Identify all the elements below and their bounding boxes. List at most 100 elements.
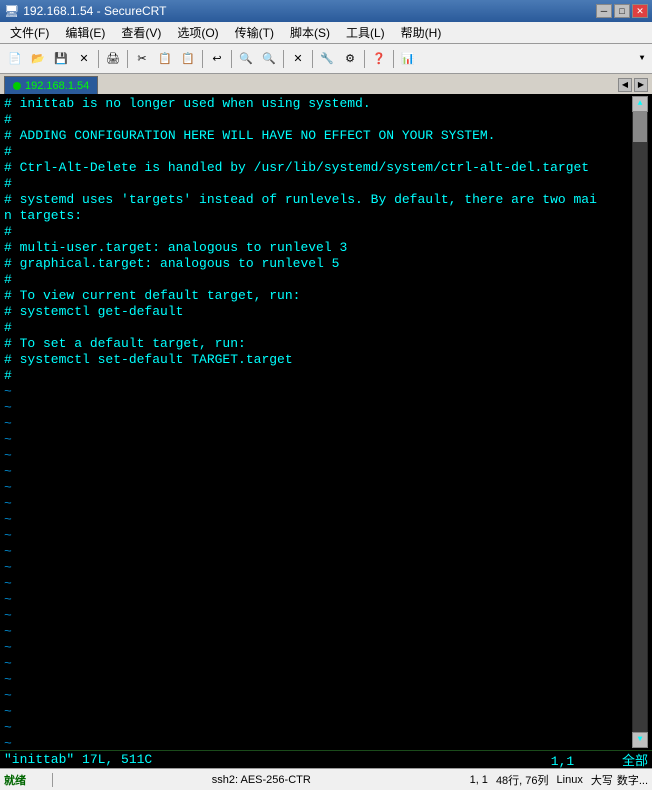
term-line-6: # (4, 176, 632, 192)
terminal-size: 48行, 76列 (496, 772, 549, 788)
menu-view[interactable]: 查看(V) (113, 22, 169, 43)
scroll-track[interactable] (633, 112, 647, 732)
tb-find[interactable]: 🔍 (235, 48, 257, 70)
tb-copy[interactable]: 📋 (154, 48, 176, 70)
term-line-7: # systemd uses 'targets' instead of runl… (4, 192, 632, 208)
tilde-17: ~ (4, 640, 632, 656)
connection-status: 就绪 (4, 772, 44, 788)
toolbar-separator-4 (231, 50, 232, 68)
term-line-16: # To set a default target, run: (4, 336, 632, 352)
tab-prev-button[interactable]: ◀ (618, 78, 632, 92)
maximize-button[interactable]: □ (614, 4, 630, 18)
cursor-position: 1, 1 (470, 774, 488, 786)
term-line-10: # multi-user.target: analogous to runlev… (4, 240, 632, 256)
title-icon: 🖥 (4, 4, 19, 18)
caps-lock-status: 大写 (591, 772, 613, 788)
num-lock-status: 数字... (617, 772, 648, 788)
tb-open[interactable]: 📂 (27, 48, 49, 70)
vim-status-bar: "inittab" 17L, 511C 1,1 全部 (0, 750, 652, 768)
term-line-3: # ADDING CONFIGURATION HERE WILL HAVE NO… (4, 128, 632, 144)
menu-bar: 文件(F) 编辑(E) 查看(V) 选项(O) 传输(T) 脚本(S) 工具(L… (0, 22, 652, 44)
tilde-18: ~ (4, 656, 632, 672)
tb-paste[interactable]: 📋 (177, 48, 199, 70)
tilde-2: ~ (4, 400, 632, 416)
term-line-1: # inittab is no longer used when using s… (4, 96, 632, 112)
connection-status-dot (13, 82, 21, 90)
tilde-16: ~ (4, 624, 632, 640)
tilde-19: ~ (4, 672, 632, 688)
tab-bar: 192.168.1.54 ◀ ▶ (0, 74, 652, 94)
tilde-22: ~ (4, 720, 632, 736)
ssh-cipher-info: ssh2: AES-256-CTR (61, 774, 462, 786)
status-separator (52, 773, 53, 787)
term-line-12: # (4, 272, 632, 288)
vim-cursor-position: 1,1 全部 (551, 750, 648, 769)
window-title: 192.168.1.54 - SecureCRT (23, 4, 166, 18)
toolbar-separator-6 (312, 50, 313, 68)
term-line-4: # (4, 144, 632, 160)
menu-edit[interactable]: 编辑(E) (57, 22, 113, 43)
tilde-10: ~ (4, 528, 632, 544)
menu-tools[interactable]: 工具(L) (338, 22, 393, 43)
tilde-20: ~ (4, 688, 632, 704)
toolbar: 📄 📂 💾 ✕ 🖨 ✂ 📋 📋 ↩ 🔍 🔍 ✕ 🔧 ⚙ ❓ 📊 ▼ (0, 44, 652, 74)
term-line-11: # graphical.target: analogous to runleve… (4, 256, 632, 272)
scroll-up-button[interactable]: ▲ (632, 96, 648, 112)
tilde-3: ~ (4, 416, 632, 432)
term-line-18: # (4, 368, 632, 384)
terminal-content: # inittab is no longer used when using s… (4, 96, 632, 748)
tilde-5: ~ (4, 448, 632, 464)
tb-find-next[interactable]: 🔍 (258, 48, 280, 70)
toolbar-chevron[interactable]: ▼ (636, 48, 648, 70)
term-line-9: # (4, 224, 632, 240)
term-line-15: # (4, 320, 632, 336)
vim-position: 1,1 (551, 754, 574, 769)
tilde-8: ~ (4, 496, 632, 512)
toolbar-separator-5 (283, 50, 284, 68)
tilde-11: ~ (4, 544, 632, 560)
tb-cancel[interactable]: ✕ (287, 48, 309, 70)
tb-dashboard[interactable]: 📊 (397, 48, 419, 70)
tb-settings[interactable]: 🔧 (316, 48, 338, 70)
tb-save[interactable]: 💾 (50, 48, 72, 70)
terminal[interactable]: # inittab is no longer used when using s… (0, 94, 652, 750)
tab-next-button[interactable]: ▶ (634, 78, 648, 92)
vim-file-info: "inittab" 17L, 511C (4, 752, 551, 767)
tb-undo[interactable]: ↩ (206, 48, 228, 70)
minimize-button[interactable]: ─ (596, 4, 612, 18)
tb-new[interactable]: 📄 (4, 48, 26, 70)
title-bar: 🖥 192.168.1.54 - SecureCRT ─ □ ✕ (0, 0, 652, 22)
tb-options[interactable]: ⚙ (339, 48, 361, 70)
toolbar-separator-7 (364, 50, 365, 68)
os-type: Linux (557, 774, 583, 786)
tb-print[interactable]: 🖨 (102, 48, 124, 70)
vim-scroll-percent: 全部 (622, 754, 648, 769)
tilde-21: ~ (4, 704, 632, 720)
menu-script[interactable]: 脚本(S) (282, 22, 338, 43)
menu-help[interactable]: 帮助(H) (393, 22, 450, 43)
title-text: 🖥 192.168.1.54 - SecureCRT (4, 4, 166, 18)
tilde-14: ~ (4, 592, 632, 608)
keyboard-status: 大写 数字... (591, 772, 648, 788)
toolbar-separator-3 (202, 50, 203, 68)
tilde-1: ~ (4, 384, 632, 400)
tilde-15: ~ (4, 608, 632, 624)
tb-cut[interactable]: ✂ (131, 48, 153, 70)
menu-file[interactable]: 文件(F) (2, 22, 57, 43)
tb-help[interactable]: ❓ (368, 48, 390, 70)
tilde-12: ~ (4, 560, 632, 576)
status-bar: 就绪 ssh2: AES-256-CTR 1, 1 48行, 76列 Linux… (0, 768, 652, 790)
session-tab[interactable]: 192.168.1.54 (4, 76, 98, 94)
scroll-down-button[interactable]: ▼ (632, 732, 648, 748)
tb-close[interactable]: ✕ (73, 48, 95, 70)
term-line-8: n targets: (4, 208, 632, 224)
term-line-17: # systemctl set-default TARGET.target (4, 352, 632, 368)
menu-options[interactable]: 选项(O) (169, 22, 226, 43)
scroll-thumb[interactable] (633, 112, 647, 142)
close-button[interactable]: ✕ (632, 4, 648, 18)
term-line-13: # To view current default target, run: (4, 288, 632, 304)
toolbar-separator-2 (127, 50, 128, 68)
terminal-scrollbar[interactable]: ▲ ▼ (632, 96, 648, 748)
menu-transfer[interactable]: 传输(T) (227, 22, 282, 43)
term-line-5: # Ctrl-Alt-Delete is handled by /usr/lib… (4, 160, 632, 176)
